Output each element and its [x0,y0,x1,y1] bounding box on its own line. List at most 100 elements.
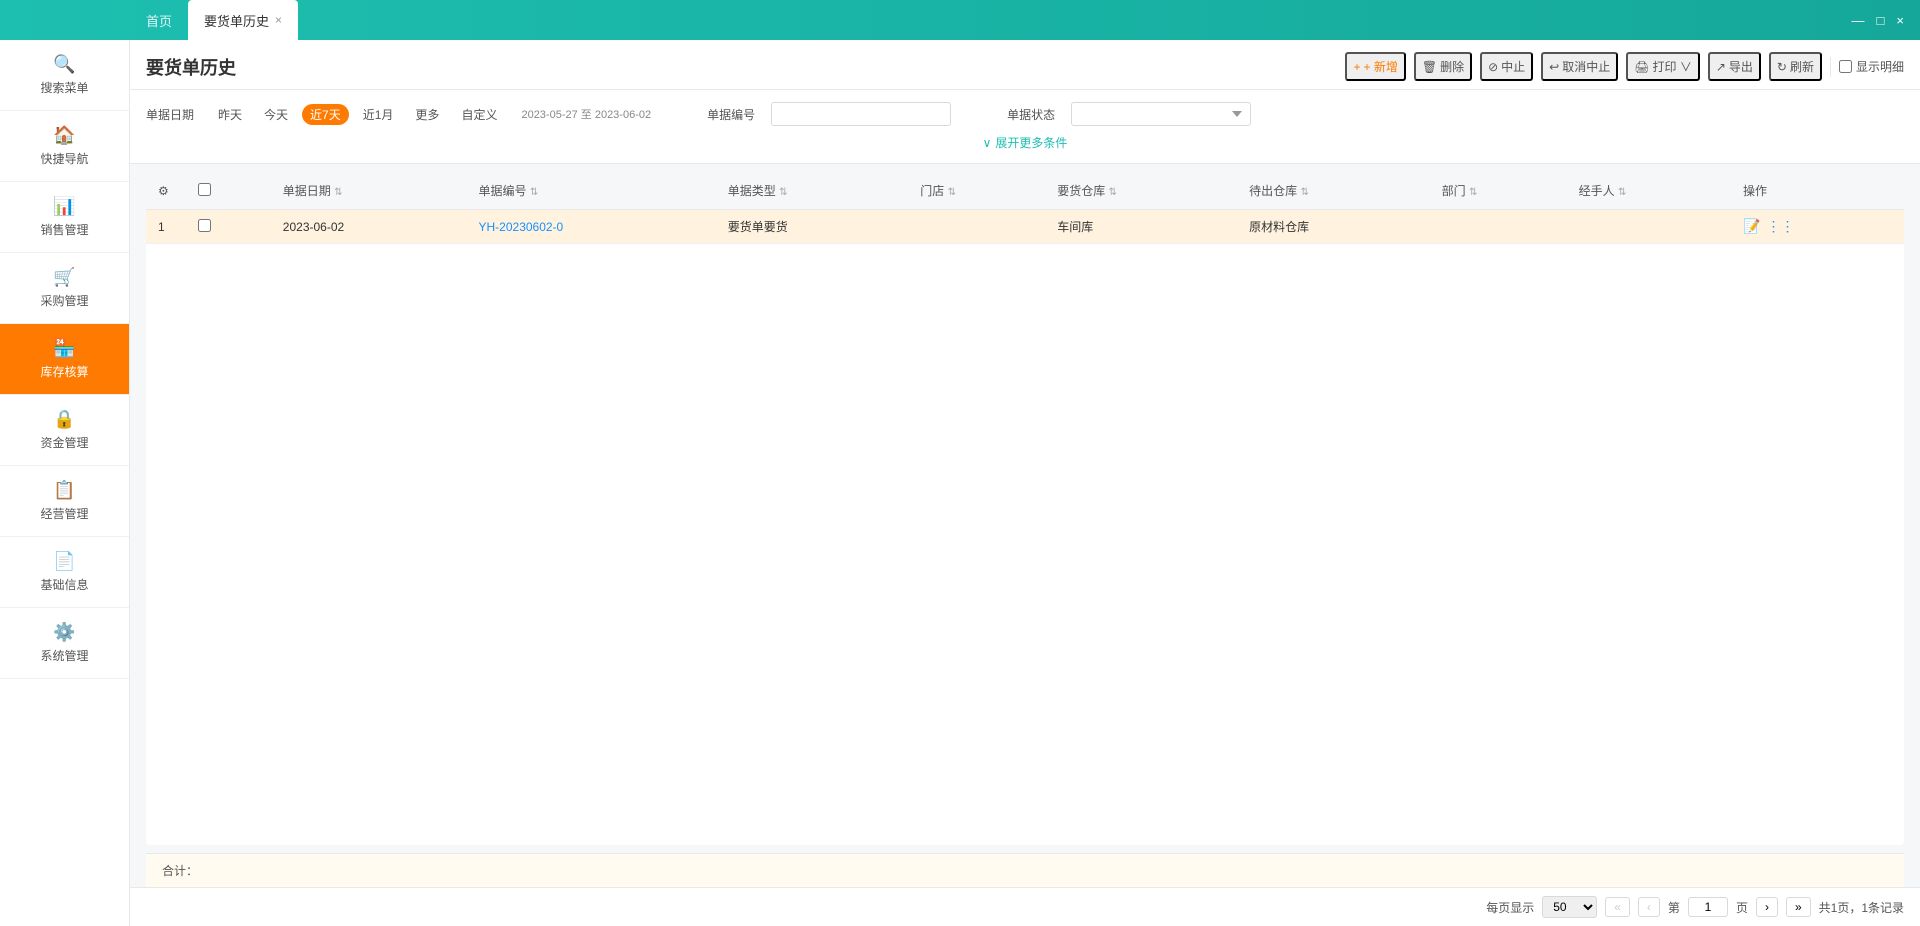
th-handler: 经手人 ⇅ [1567,172,1731,210]
th-checkbox [186,172,271,210]
sidebar-item-search[interactable]: 🔍 搜索菜单 [0,40,129,111]
table-body: 1 2023-06-02 YH-20230602-0 要货单要货 车间库 [146,210,1904,244]
bill-no-input[interactable] [771,102,951,126]
sort-bill-type-icon[interactable]: ⇅ [779,187,787,198]
th-req-warehouse: 要货仓库 ⇅ [1045,172,1237,210]
last-page-button[interactable]: » [1786,897,1811,917]
prev-page-button[interactable]: ‹ [1638,897,1660,917]
refresh-icon: ↻ [1777,60,1787,74]
toolbar: + + 新增 🗑 删除 ⊘ 中止 ↩ 取消中止 🖨 打印 ∨ [1345,52,1904,81]
home-icon: 🏠 [53,125,75,146]
sidebar-item-sales[interactable]: 📊 销售管理 [0,182,129,253]
sort-handler-icon[interactable]: ⇅ [1618,187,1626,198]
content-area: 要货单历史 + + 新增 🗑 删除 ⊘ 中止 ↩ 取消中止 [130,40,1920,926]
date-btn-custom[interactable]: 自定义 [453,104,505,125]
sidebar-item-operations[interactable]: 📋 经营管理 [0,466,129,537]
sidebar-item-purchase[interactable]: 🛒 采购管理 [0,253,129,324]
sidebar-item-basic-info[interactable]: 📄 基础信息 [0,537,129,608]
close-tab-icon[interactable]: × [275,13,282,27]
first-page-button[interactable]: « [1605,897,1630,917]
page-number-input[interactable] [1688,897,1728,917]
tab-home[interactable]: 首页 [130,0,188,40]
sidebar-item-system[interactable]: ⚙️ 系统管理 [0,608,129,679]
more-action-icon[interactable]: ⋮⋮ [1766,218,1794,235]
column-settings-icon[interactable]: ⚙ [158,184,169,198]
purchase-icon: 🛒 [53,267,75,288]
td-bill-no: YH-20230602-0 [467,210,716,244]
select-all-checkbox[interactable] [198,183,211,196]
sidebar-item-finance[interactable]: 🔒 资金管理 [0,395,129,466]
sort-bill-date-icon[interactable]: ⇅ [334,187,342,198]
minimize-icon[interactable]: — [1852,13,1865,28]
operations-icon: 📋 [53,480,75,501]
table-header-row: ⚙ 单据日期 ⇅ 单据编号 ⇅ [146,172,1904,210]
edit-action-icon[interactable]: 📝 [1743,218,1760,235]
sidebar-item-inventory[interactable]: 🏪 库存核算 [0,324,129,395]
basic-info-icon: 📄 [53,551,75,572]
search-menu-icon: 🔍 [53,54,75,75]
sort-dept-icon[interactable]: ⇅ [1469,187,1477,198]
sort-bill-no-icon[interactable]: ⇅ [530,187,538,198]
td-action: 📝 ⋮⋮ [1731,210,1904,244]
date-btn-last-month[interactable]: 近1月 [355,104,402,125]
date-btn-more[interactable]: 更多 [407,104,447,125]
sort-store-icon[interactable]: ⇅ [948,187,956,198]
cancel-stop-button[interactable]: ↩ 取消中止 [1541,52,1618,81]
row-checkbox[interactable] [198,219,211,232]
new-button[interactable]: + + 新增 [1345,52,1405,81]
window-controls: — □ × [1852,13,1920,28]
refresh-button[interactable]: ↻ 刷新 [1769,52,1822,81]
summary-row: 合计： [146,853,1904,887]
delete-button[interactable]: 🗑 删除 [1414,52,1472,81]
display-detail-toggle[interactable]: 显示明细 [1839,58,1904,75]
date-filter-label: 单据日期 [146,106,194,123]
page-size-label: 每页显示 [1486,899,1534,916]
maximize-icon[interactable]: □ [1877,13,1885,28]
th-store: 门店 ⇅ [908,172,1045,210]
sidebar-item-shortcuts[interactable]: 🏠 快捷导航 [0,111,129,182]
filter-area: 单据日期 昨天 今天 近7天 近1月 更多 自定义 2023-05-27 至 2… [130,90,1920,164]
sort-req-warehouse-icon[interactable]: ⇅ [1109,187,1117,198]
th-out-warehouse: 待出仓库 ⇅ [1237,172,1430,210]
finance-icon: 🔒 [53,409,75,430]
system-icon: ⚙️ [53,622,75,643]
stop-icon: ⊘ [1488,60,1498,74]
delete-icon: 🗑 [1422,60,1437,74]
export-button[interactable]: ↗ 导出 [1708,52,1761,81]
th-settings: ⚙ [146,172,186,210]
td-checkbox [186,210,271,244]
plus-icon: + [1353,60,1360,74]
page-title: 要货单历史 [146,54,236,80]
td-out-warehouse: 原材料仓库 [1237,210,1430,244]
th-bill-date: 单据日期 ⇅ [271,172,467,210]
status-select[interactable]: 草稿 已提交 已审核 已中止 [1071,102,1251,126]
td-dept [1430,210,1567,244]
table-row: 1 2023-06-02 YH-20230602-0 要货单要货 车间库 [146,210,1904,244]
th-bill-type: 单据类型 ⇅ [716,172,909,210]
sales-icon: 📊 [53,196,75,217]
top-bar: 首页 要货单历史 × — □ × [0,0,1920,40]
page-size-select[interactable]: 10 20 50 100 [1542,896,1597,918]
tab-order-history[interactable]: 要货单历史 × [188,0,298,40]
date-quick-options: 昨天 今天 近7天 近1月 更多 自定义 [210,104,505,125]
date-btn-yesterday[interactable]: 昨天 [210,104,250,125]
expand-filter-btn[interactable]: ∨ 展开更多条件 [983,134,1068,151]
sort-out-warehouse-icon[interactable]: ⇅ [1300,187,1308,198]
toolbar-divider [1830,57,1831,77]
close-window-icon[interactable]: × [1896,13,1904,28]
date-btn-last7[interactable]: 近7天 [302,104,349,125]
td-req-warehouse: 车间库 [1045,210,1237,244]
td-handler [1567,210,1731,244]
next-page-button[interactable]: › [1756,897,1778,917]
pagination: 每页显示 10 20 50 100 « ‹ 第 页 › » 共1页，1条记录 [130,887,1920,926]
action-icons: 📝 ⋮⋮ [1743,218,1892,235]
bill-no-link[interactable]: YH-20230602-0 [479,220,564,234]
print-button[interactable]: 🖨 打印 ∨ [1626,52,1700,81]
display-detail-checkbox[interactable] [1839,60,1852,73]
td-bill-type: 要货单要货 [716,210,909,244]
status-label: 单据状态 [1007,106,1055,123]
stop-button[interactable]: ⊘ 中止 [1480,52,1533,81]
date-btn-today[interactable]: 今天 [256,104,296,125]
chevron-down-icon: ∨ [983,136,992,150]
summary-label: 合计： [162,864,198,878]
